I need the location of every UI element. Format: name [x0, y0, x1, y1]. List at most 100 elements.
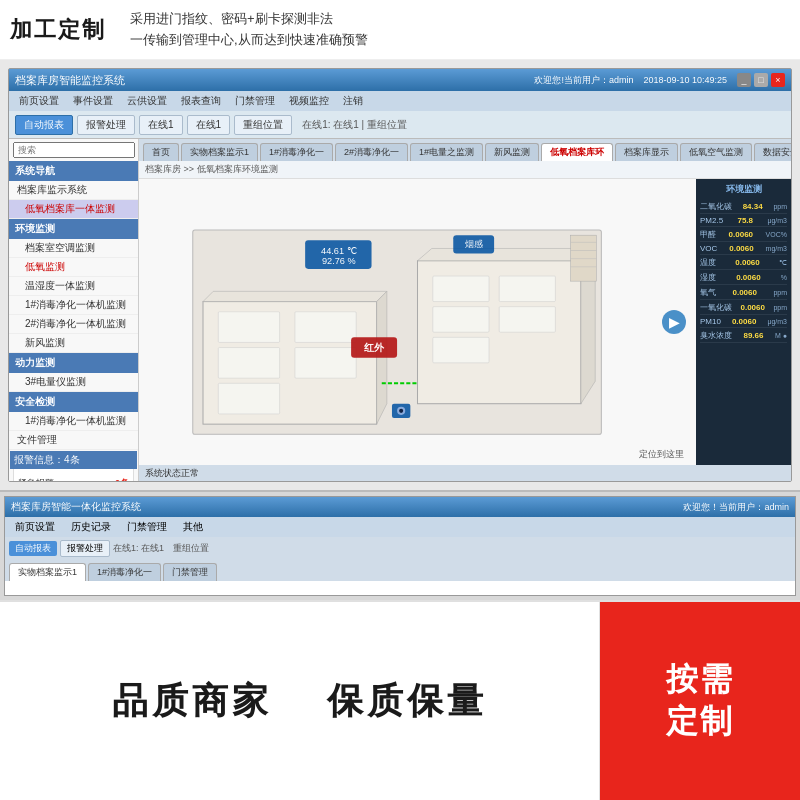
- sidebar-item-archive[interactable]: 档案库监示系统: [9, 181, 138, 200]
- sw2-tab-purify[interactable]: 1#消毒净化一: [88, 563, 161, 581]
- nav-item-cloud[interactable]: 云供设置: [121, 93, 173, 109]
- nav-item-door[interactable]: 门禁管理: [229, 93, 281, 109]
- sidebar-header-env: 环境监测: [9, 219, 138, 239]
- banner-line2: 一传输到管理中心,从而达到快速准确预警: [130, 30, 790, 51]
- toolbar-btn-reset[interactable]: 重组位置: [234, 115, 292, 135]
- env-humid-label: 湿度: [700, 272, 716, 283]
- minimize-button[interactable]: _: [737, 73, 751, 87]
- env-odor-label: 臭水浓度: [700, 330, 732, 341]
- bottom-banner: 品质商家 保质保量 按需 定制: [0, 600, 800, 800]
- env-temp-label: 温度: [700, 257, 716, 268]
- env-panel: 环境监测 二氧化碳 84.34 ppm PM2.5 75.8 μg/m3: [696, 179, 791, 465]
- toolbar-btn-online1[interactable]: 在线1: [139, 115, 183, 135]
- sidebar-item-power3[interactable]: 3#电量仪监测: [9, 373, 138, 392]
- sidebar-item-ac[interactable]: 档案室空调监测: [9, 239, 138, 258]
- sw-window-1: 档案库房智能监控系统 欢迎您!当前用户：admin 2018-09-10 10:…: [8, 68, 792, 482]
- tab-physical[interactable]: 实物档案监示1: [181, 143, 258, 161]
- nav-item-config[interactable]: 前页设置: [13, 93, 65, 109]
- close-button[interactable]: ×: [771, 73, 785, 87]
- sidebar-item-files[interactable]: 文件管理: [9, 431, 138, 450]
- sw2-online-status: 在线1: 在线1: [113, 542, 164, 555]
- sw-statusbar: 系统状态正常: [139, 465, 791, 481]
- sw2-nav-door[interactable]: 门禁管理: [121, 519, 173, 535]
- sw2-body: [5, 581, 795, 595]
- sw2-nav-config[interactable]: 前页设置: [9, 519, 61, 535]
- banner-line1: 采用进门指纹、密码+刷卡探测非法: [130, 9, 790, 30]
- toolbar-btn-alarm[interactable]: 报警处理: [77, 115, 135, 135]
- sidebar-item-purify1[interactable]: 1#消毒净化一体机监测: [9, 296, 138, 315]
- map-label: 定位到这里: [639, 448, 684, 461]
- sw2-tab-door[interactable]: 门禁管理: [163, 563, 217, 581]
- env-form: 甲醛 0.0060 VOC%: [700, 228, 787, 242]
- sw-map-area: 44.61 ℃ 92.76 % 红外 烟感: [139, 179, 696, 465]
- tab-lowox[interactable]: 低氧档案库环: [541, 143, 613, 161]
- bottom-guarantee-label: 保质保量: [327, 680, 487, 721]
- tab-purify1[interactable]: 1#消毒净化一: [260, 143, 333, 161]
- env-pm25-unit: μg/m3: [767, 217, 787, 224]
- sidebar-item-sec-purify[interactable]: 1#消毒净化一体机监测: [9, 412, 138, 431]
- env-humid-unit: %: [781, 274, 787, 281]
- top-banner-text: 采用进门指纹、密码+刷卡探测非法 一传输到管理中心,从而达到快速准确预警: [110, 9, 790, 51]
- nav-next-arrow[interactable]: ▶: [662, 310, 686, 334]
- sw-navbar: 前页设置 事件设置 云供设置 报表查询 门禁管理 视频监控 注销: [9, 91, 791, 111]
- env-pm10-value: 0.0060: [732, 317, 756, 326]
- alert-urgent: 紧急报警： 0条: [18, 476, 129, 481]
- top-banner: 加工定制 采用进门指纹、密码+刷卡探测非法 一传输到管理中心,从而达到快速准确预…: [0, 0, 800, 60]
- tab-fresh[interactable]: 新风监测: [485, 143, 539, 161]
- bottom-right-badge: 按需 定制: [600, 602, 800, 800]
- sw2-tab-physical[interactable]: 实物档案监示1: [9, 563, 86, 581]
- tab-home[interactable]: 首页: [143, 143, 179, 161]
- svg-rect-9: [295, 348, 356, 379]
- sw-main: 系统导航 档案库监示系统 低氧档案库一体监测 环境监测 档案室空调监测 低氧监测…: [9, 139, 791, 481]
- floorplan-wrapper: 44.61 ℃ 92.76 % 红外 烟感: [139, 179, 696, 465]
- nav-item-logout[interactable]: 注销: [337, 93, 369, 109]
- svg-text:44.61  ℃: 44.61 ℃: [321, 246, 357, 256]
- tab-display[interactable]: 档案库显示: [615, 143, 678, 161]
- svg-marker-3: [203, 291, 387, 301]
- env-form-unit: VOC%: [766, 231, 787, 238]
- tab-purify2[interactable]: 2#消毒净化一: [335, 143, 408, 161]
- sw2-nav-other[interactable]: 其他: [177, 519, 209, 535]
- env-co2-unit: ppm: [773, 203, 787, 210]
- env-pm10-label: PM10: [700, 317, 721, 326]
- bottom-text-line1: 品质商家 保质保量: [112, 678, 486, 725]
- env-pm25-label: PM2.5: [700, 216, 723, 225]
- sidebar-item-fresh[interactable]: 新风监测: [9, 334, 138, 353]
- sw2-btn-alarm[interactable]: 报警处理: [60, 540, 110, 557]
- alert-urgent-count: 0条: [115, 477, 129, 481]
- env-voc-unit: mg/m3: [766, 245, 787, 252]
- sw-titlebar: 档案库房智能监控系统 欢迎您!当前用户：admin 2018-09-10 10:…: [9, 69, 791, 91]
- alert-list: 紧急报警： 0条 严重报警： 1条 主要报警： 23条 次要报警：: [14, 473, 133, 481]
- toolbar-btn-auto[interactable]: 自动报表: [15, 115, 73, 135]
- tab-power[interactable]: 1#电量之监测: [410, 143, 483, 161]
- sidebar-item-humid[interactable]: 温湿度一体监测: [9, 277, 138, 296]
- sw2-btn-auto[interactable]: 自动报表: [9, 541, 57, 556]
- sidebar-item-ox[interactable]: 低氧监测: [9, 258, 138, 277]
- nav-item-report[interactable]: 报表查询: [175, 93, 227, 109]
- svg-rect-17: [499, 307, 555, 333]
- env-voc: VOC 0.0060 mg/m3: [700, 243, 787, 255]
- tab-lowox-air[interactable]: 低氧空气监测: [680, 143, 752, 161]
- env-voc-label: VOC: [700, 244, 717, 253]
- env-co2: 二氧化碳 84.34 ppm: [700, 200, 787, 214]
- nav-item-event[interactable]: 事件设置: [67, 93, 119, 109]
- env-pm25-value: 75.8: [737, 216, 753, 225]
- badge-line1: 按需: [666, 661, 734, 697]
- sw2-nav-history[interactable]: 历史记录: [65, 519, 117, 535]
- svg-rect-15: [433, 337, 489, 363]
- nav-item-video[interactable]: 视频监控: [283, 93, 335, 109]
- sidebar-item-purify2[interactable]: 2#消毒净化一体机监测: [9, 315, 138, 334]
- software-screenshot-2: 档案库房智能一体化监控系统 欢迎您！当前用户：admin 前页设置 历史记录 门…: [0, 490, 800, 600]
- alert-urgent-label: 紧急报警：: [18, 477, 63, 481]
- maximize-button[interactable]: □: [754, 73, 768, 87]
- alert-header: 报警信息：4条: [10, 451, 137, 469]
- tab-data-sec[interactable]: 数据安全监测: [754, 143, 791, 161]
- sw-datetime: 2018-09-10 10:49:25: [643, 75, 727, 85]
- sw-user-info: 欢迎您!当前用户：admin: [534, 74, 633, 87]
- toolbar-btn-online2[interactable]: 在线1: [187, 115, 231, 135]
- sidebar-search[interactable]: [13, 142, 135, 158]
- sidebar-item-lowox[interactable]: 低氧档案库一体监测: [9, 200, 138, 219]
- svg-rect-16: [499, 276, 555, 302]
- sw-toolbar: 自动报表 报警处理 在线1 在线1 重组位置 在线1: 在线1 | 重组位置: [9, 111, 791, 139]
- env-oxygen-unit: ppm: [773, 289, 787, 296]
